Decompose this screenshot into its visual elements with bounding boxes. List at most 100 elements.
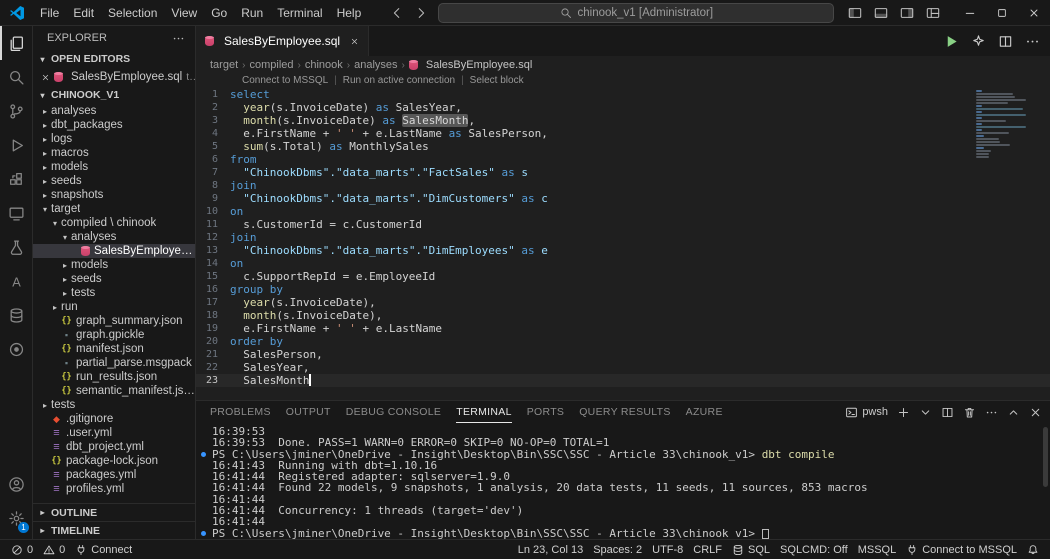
tree-item-graph-summary-json[interactable]: graph_summary.json (33, 314, 195, 328)
toggle-secondary-sidebar-icon[interactable] (900, 6, 914, 20)
tree-item-dbt-project-yml[interactable]: dbt_project.yml (33, 440, 195, 454)
status-encoding[interactable]: UTF-8 (647, 540, 688, 559)
code-line-2[interactable]: 2 year(s.InvoiceDate) as SalesYear, (196, 101, 1050, 114)
status-sqlcmd[interactable]: SQLCMD: Off (775, 540, 853, 559)
tree-item-macros[interactable]: ▸macros (33, 146, 195, 160)
toggle-panel-icon[interactable] (874, 6, 888, 20)
tree-item-partial-parse-msgpack[interactable]: partial_parse.msgpack (33, 356, 195, 370)
tree-item-packages-yml[interactable]: packages.yml (33, 468, 195, 482)
code-line-21[interactable]: 21 SalesPerson, (196, 348, 1050, 361)
tree-item-dbt-packages[interactable]: ▸dbt_packages (33, 118, 195, 132)
command-center-search[interactable]: chinook_v1 [Administrator] (438, 3, 834, 23)
run-query-button[interactable] (944, 34, 959, 49)
code-editor[interactable]: Connect to MSSQL|Run on active connectio… (196, 74, 1050, 400)
code-line-20[interactable]: 20order by (196, 335, 1050, 348)
code-line-17[interactable]: 17 year(s.InvoiceDate), (196, 296, 1050, 309)
menu-edit[interactable]: Edit (66, 6, 101, 20)
terminal-output[interactable]: 16:39:5316:39:53 Done. PASS=1 WARN=0 ERR… (196, 423, 1050, 539)
tree-item-logs[interactable]: ▸logs (33, 132, 195, 146)
code-line-9[interactable]: 9 "ChinookDbms"."data_marts"."DimCustome… (196, 192, 1050, 205)
tree-item-manifest-json[interactable]: manifest.json (33, 342, 195, 356)
customize-layout-icon[interactable] (926, 6, 940, 20)
code-line-5[interactable]: 5 sum(s.Total) as MonthlySales (196, 140, 1050, 153)
tree-item-compiled-chinook[interactable]: ▾compiled \ chinook (33, 216, 195, 230)
split-terminal-icon[interactable] (941, 406, 954, 419)
menu-run[interactable]: Run (234, 6, 270, 20)
tree-item-snapshots[interactable]: ▸snapshots (33, 188, 195, 202)
status-warnings[interactable]: 0 (38, 540, 70, 559)
tree-item-user-yml[interactable]: .user.yml (33, 426, 195, 440)
breadcrumb-item-chinook[interactable]: chinook (305, 59, 343, 71)
code-line-16[interactable]: 16group by (196, 283, 1050, 296)
tree-item-run[interactable]: ▸run (33, 300, 195, 314)
forward-icon[interactable] (414, 6, 428, 20)
terminal-line-6[interactable]: 16:41:44 Found 22 models, 9 snapshots, 1… (212, 482, 1050, 493)
close-window-button[interactable] (1018, 0, 1050, 26)
tree-item-target[interactable]: ▾target (33, 202, 195, 216)
close-panel-icon[interactable] (1029, 406, 1042, 419)
tree-item-salesbyemployee-sql[interactable]: SalesByEmployee.sql (33, 244, 195, 258)
kill-terminal-icon[interactable] (963, 406, 976, 419)
code-line-3[interactable]: 3 month(s.InvoiceDate) as SalesMonth, (196, 114, 1050, 127)
panel-tab-query-results[interactable]: QUERY RESULTS (579, 401, 670, 423)
panel-tab-debug-console[interactable]: DEBUG CONSOLE (346, 401, 442, 423)
toggle-sidebar-icon[interactable] (848, 6, 862, 20)
status-connect[interactable]: Connect (70, 540, 137, 559)
status-language-mode[interactable]: SQL (727, 540, 775, 559)
code-line-18[interactable]: 18 month(s.InvoiceDate), (196, 309, 1050, 322)
panel-tab-ports[interactable]: PORTS (527, 401, 564, 423)
status-errors[interactable]: 0 (6, 540, 38, 559)
explorer-icon[interactable] (0, 26, 32, 60)
terminal-instance[interactable]: pwsh (845, 406, 888, 419)
tree-item-package-lock-json[interactable]: package-lock.json (33, 454, 195, 468)
settings-gear-icon[interactable]: 1 (0, 501, 32, 535)
breadcrumb-item-target[interactable]: target (210, 59, 238, 71)
status-mssql[interactable]: MSSQL (853, 540, 902, 559)
tree-item-models[interactable]: ▸models (33, 160, 195, 174)
terminal-scrollbar[interactable] (1043, 427, 1048, 487)
tree-item-analyses[interactable]: ▸analyses (33, 104, 195, 118)
new-terminal-icon[interactable] (897, 406, 910, 419)
more-actions-icon[interactable] (1025, 34, 1040, 49)
close-editor-icon[interactable] (41, 73, 50, 82)
tree-item-seeds[interactable]: ▸seeds (33, 174, 195, 188)
tree-item-graph-gpickle[interactable]: graph.gpickle (33, 328, 195, 342)
status-notifications[interactable] (1022, 540, 1044, 559)
minimize-button[interactable] (954, 0, 986, 26)
explorer-more-actions-icon[interactable] (172, 32, 185, 45)
code-line-13[interactable]: 13 "ChinookDbms"."data_marts"."DimEmploy… (196, 244, 1050, 257)
database-icon[interactable] (0, 298, 32, 332)
close-tab-icon[interactable] (350, 37, 359, 46)
panel-tab-output[interactable]: OUTPUT (286, 401, 331, 423)
sparkle-icon[interactable] (971, 34, 986, 49)
tree-item-profiles-yml[interactable]: profiles.yml (33, 482, 195, 496)
codelens-connect-to-mssql[interactable]: Connect to MSSQL (242, 74, 328, 88)
status-indentation[interactable]: Spaces: 2 (588, 540, 647, 559)
remote-explorer-icon[interactable] (0, 196, 32, 230)
status-cursor-position[interactable]: Ln 23, Col 13 (513, 540, 588, 559)
maximize-panel-icon[interactable] (1007, 406, 1020, 419)
terminal-line-10[interactable]: PS C:\Users\jminer\OneDrive - Insight\De… (212, 528, 1050, 539)
tree-item-analyses[interactable]: ▾analyses (33, 230, 195, 244)
terminal-dropdown-icon[interactable] (919, 406, 932, 419)
minimap[interactable] (976, 90, 1036, 159)
status-eol[interactable]: CRLF (688, 540, 727, 559)
tab-salesbyemployee-sql[interactable]: SalesByEmployee.sql (196, 26, 369, 56)
dbt-icon[interactable] (0, 332, 32, 366)
back-icon[interactable] (390, 6, 404, 20)
code-line-1[interactable]: 1select (196, 88, 1050, 101)
breadcrumb-item-analyses[interactable]: analyses (354, 59, 397, 71)
menu-view[interactable]: View (164, 6, 204, 20)
breadcrumb-item-salesbyemployee-sql[interactable]: SalesByEmployee.sql (409, 59, 532, 71)
code-line-7[interactable]: 7 "ChinookDbms"."data_marts"."FactSales"… (196, 166, 1050, 179)
code-line-22[interactable]: 22 SalesYear, (196, 361, 1050, 374)
tree-item-seeds[interactable]: ▸seeds (33, 272, 195, 286)
code-line-19[interactable]: 19 e.FirstName + ' ' + e.LastName (196, 322, 1050, 335)
menu-selection[interactable]: Selection (101, 6, 164, 20)
panel-tab-terminal[interactable]: TERMINAL (456, 401, 512, 423)
panel-more-icon[interactable] (985, 406, 998, 419)
search-icon[interactable] (0, 60, 32, 94)
codelens-select-block[interactable]: Select block (470, 74, 524, 88)
codelens-run-on-active-connection[interactable]: Run on active connection (343, 74, 455, 88)
tree-item-tests[interactable]: ▸tests (33, 398, 195, 412)
